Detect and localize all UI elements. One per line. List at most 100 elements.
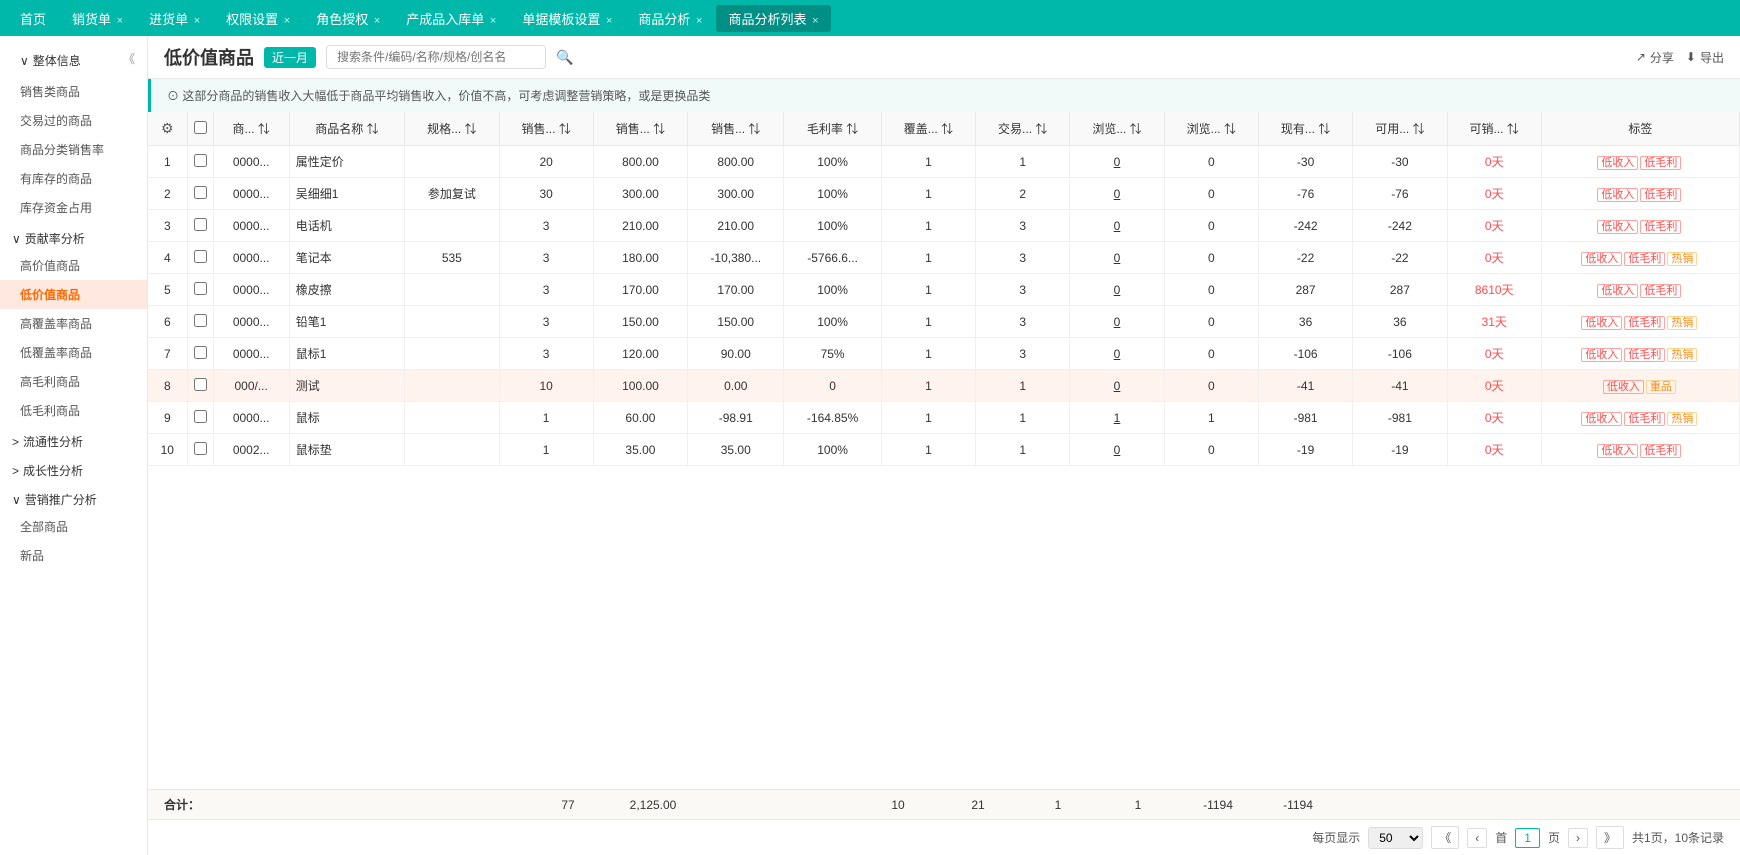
view1-link[interactable]: 0 bbox=[1114, 283, 1121, 297]
sidebar-item-traded-products[interactable]: 交易过的商品 bbox=[0, 106, 147, 135]
cell-view1[interactable]: 0 bbox=[1070, 370, 1164, 402]
cell-view1[interactable]: 0 bbox=[1070, 434, 1164, 466]
sidebar-item-high-margin[interactable]: 高毛利商品 bbox=[0, 367, 147, 396]
row-checkbox[interactable] bbox=[194, 442, 207, 455]
last-page-btn[interactable]: 》 bbox=[1596, 826, 1624, 849]
col-view1[interactable]: 浏览... ⇅ bbox=[1070, 112, 1164, 146]
share-button[interactable]: ↗ 分享 bbox=[1636, 49, 1674, 66]
cell-checkbox[interactable] bbox=[187, 434, 213, 466]
row-checkbox[interactable] bbox=[194, 410, 207, 423]
nav-product-analysis[interactable]: 商品分析 × bbox=[626, 5, 714, 32]
col-view2[interactable]: 浏览... ⇅ bbox=[1164, 112, 1258, 146]
view1-link[interactable]: 0 bbox=[1114, 315, 1121, 329]
sidebar-item-low-value[interactable]: 低价值商品 bbox=[0, 280, 147, 309]
view1-link[interactable]: 0 bbox=[1114, 443, 1121, 457]
col-trade[interactable]: 交易... ⇅ bbox=[976, 112, 1070, 146]
col-gear[interactable]: ⚙ bbox=[148, 112, 187, 146]
nav-sales-order-close[interactable]: × bbox=[117, 15, 123, 27]
gear-icon[interactable]: ⚙ bbox=[161, 120, 174, 136]
row-checkbox[interactable] bbox=[194, 282, 207, 295]
export-button[interactable]: ⬇ 导出 bbox=[1686, 49, 1724, 66]
view1-link[interactable]: 1 bbox=[1114, 411, 1121, 425]
row-checkbox[interactable] bbox=[194, 250, 207, 263]
view1-link[interactable]: 0 bbox=[1114, 347, 1121, 361]
cell-view1[interactable]: 0 bbox=[1070, 146, 1164, 178]
nav-template-close[interactable]: × bbox=[606, 15, 612, 27]
sidebar-section-growth[interactable]: > 成长性分析 bbox=[0, 454, 147, 483]
nav-role-auth[interactable]: 角色授权 × bbox=[304, 5, 392, 32]
cell-checkbox[interactable] bbox=[187, 242, 213, 274]
sidebar-collapse-btn[interactable]: 《 bbox=[119, 46, 139, 71]
nav-home[interactable]: 首页 bbox=[8, 5, 58, 32]
current-page[interactable]: 1 bbox=[1515, 828, 1540, 848]
view1-link[interactable]: 0 bbox=[1114, 379, 1121, 393]
sidebar-item-high-value[interactable]: 高价值商品 bbox=[0, 251, 147, 280]
sidebar-item-all-products[interactable]: 全部商品 bbox=[0, 512, 147, 541]
nav-permission-close[interactable]: × bbox=[284, 15, 290, 27]
nav-product-close[interactable]: × bbox=[490, 15, 496, 27]
view1-link[interactable]: 0 bbox=[1114, 187, 1121, 201]
cell-view1[interactable]: 0 bbox=[1070, 178, 1164, 210]
row-checkbox[interactable] bbox=[194, 218, 207, 231]
col-cover[interactable]: 覆盖... ⇅ bbox=[881, 112, 975, 146]
col-name[interactable]: 商品名称 ⇅ bbox=[289, 112, 404, 146]
col-gross[interactable]: 毛利率 ⇅ bbox=[784, 112, 881, 146]
prev-page-btn[interactable]: ‹ bbox=[1467, 828, 1487, 848]
view1-link[interactable]: 0 bbox=[1114, 219, 1121, 233]
cell-view1[interactable]: 0 bbox=[1070, 274, 1164, 306]
row-checkbox[interactable] bbox=[194, 314, 207, 327]
next-page-btn[interactable]: › bbox=[1568, 828, 1588, 848]
nav-product-storage[interactable]: 产成品入库单 × bbox=[394, 5, 508, 32]
sidebar-item-stock-capital[interactable]: 库存资金占用 bbox=[0, 193, 147, 222]
nav-product-analysis-list[interactable]: 商品分析列表 × bbox=[716, 5, 830, 32]
search-input[interactable] bbox=[326, 45, 546, 69]
sidebar-item-in-stock[interactable]: 有库存的商品 bbox=[0, 164, 147, 193]
cell-checkbox[interactable] bbox=[187, 370, 213, 402]
search-icon[interactable]: 🔍 bbox=[556, 49, 573, 66]
view1-link[interactable]: 0 bbox=[1114, 251, 1121, 265]
nav-role-close[interactable]: × bbox=[374, 15, 380, 27]
select-all-checkbox[interactable] bbox=[194, 121, 207, 134]
nav-permission[interactable]: 权限设置 × bbox=[214, 5, 302, 32]
period-badge[interactable]: 近一月 bbox=[264, 47, 316, 68]
first-page-btn[interactable]: 《 bbox=[1431, 826, 1459, 849]
sidebar-item-high-coverage[interactable]: 高覆盖率商品 bbox=[0, 309, 147, 338]
col-sales3[interactable]: 销售... ⇅ bbox=[688, 112, 784, 146]
cell-view1[interactable]: 0 bbox=[1070, 242, 1164, 274]
sidebar-section-flow[interactable]: > 流通性分析 bbox=[0, 425, 147, 454]
nav-purchase-close[interactable]: × bbox=[194, 15, 200, 27]
col-sales1[interactable]: 销售... ⇅ bbox=[499, 112, 593, 146]
cell-checkbox[interactable] bbox=[187, 178, 213, 210]
row-checkbox[interactable] bbox=[194, 378, 207, 391]
nav-purchase-order[interactable]: 进货单 × bbox=[137, 5, 212, 32]
col-stock1[interactable]: 现有... ⇅ bbox=[1258, 112, 1352, 146]
row-checkbox[interactable] bbox=[194, 154, 207, 167]
cell-checkbox[interactable] bbox=[187, 338, 213, 370]
nav-list-close[interactable]: × bbox=[812, 15, 818, 27]
cell-view1[interactable]: 0 bbox=[1070, 210, 1164, 242]
view1-link[interactable]: 0 bbox=[1114, 155, 1121, 169]
col-stock2[interactable]: 可用... ⇅ bbox=[1353, 112, 1447, 146]
sidebar-item-sales-products[interactable]: 销售类商品 bbox=[0, 77, 147, 106]
sidebar-item-low-margin[interactable]: 低毛利商品 bbox=[0, 396, 147, 425]
cell-checkbox[interactable] bbox=[187, 210, 213, 242]
col-sales2[interactable]: 销售... ⇅ bbox=[593, 112, 687, 146]
col-stock3[interactable]: 可销... ⇅ bbox=[1447, 112, 1541, 146]
sidebar-item-category-rate[interactable]: 商品分类销售率 bbox=[0, 135, 147, 164]
nav-analysis-close[interactable]: × bbox=[696, 15, 702, 27]
page-size-select[interactable]: 50 100 200 bbox=[1368, 827, 1423, 849]
row-checkbox[interactable] bbox=[194, 186, 207, 199]
col-code[interactable]: 商... ⇅ bbox=[213, 112, 289, 146]
col-spec[interactable]: 规格... ⇅ bbox=[405, 112, 499, 146]
cell-view1[interactable]: 0 bbox=[1070, 338, 1164, 370]
cell-checkbox[interactable] bbox=[187, 306, 213, 338]
cell-checkbox[interactable] bbox=[187, 402, 213, 434]
cell-view1[interactable]: 0 bbox=[1070, 306, 1164, 338]
sidebar-item-new-products[interactable]: 新品 bbox=[0, 541, 147, 570]
cell-view1[interactable]: 1 bbox=[1070, 402, 1164, 434]
cell-checkbox[interactable] bbox=[187, 146, 213, 178]
sidebar-item-low-coverage[interactable]: 低覆盖率商品 bbox=[0, 338, 147, 367]
nav-template[interactable]: 单据模板设置 × bbox=[510, 5, 624, 32]
nav-sales-order[interactable]: 销货单 × bbox=[60, 5, 135, 32]
cell-checkbox[interactable] bbox=[187, 274, 213, 306]
